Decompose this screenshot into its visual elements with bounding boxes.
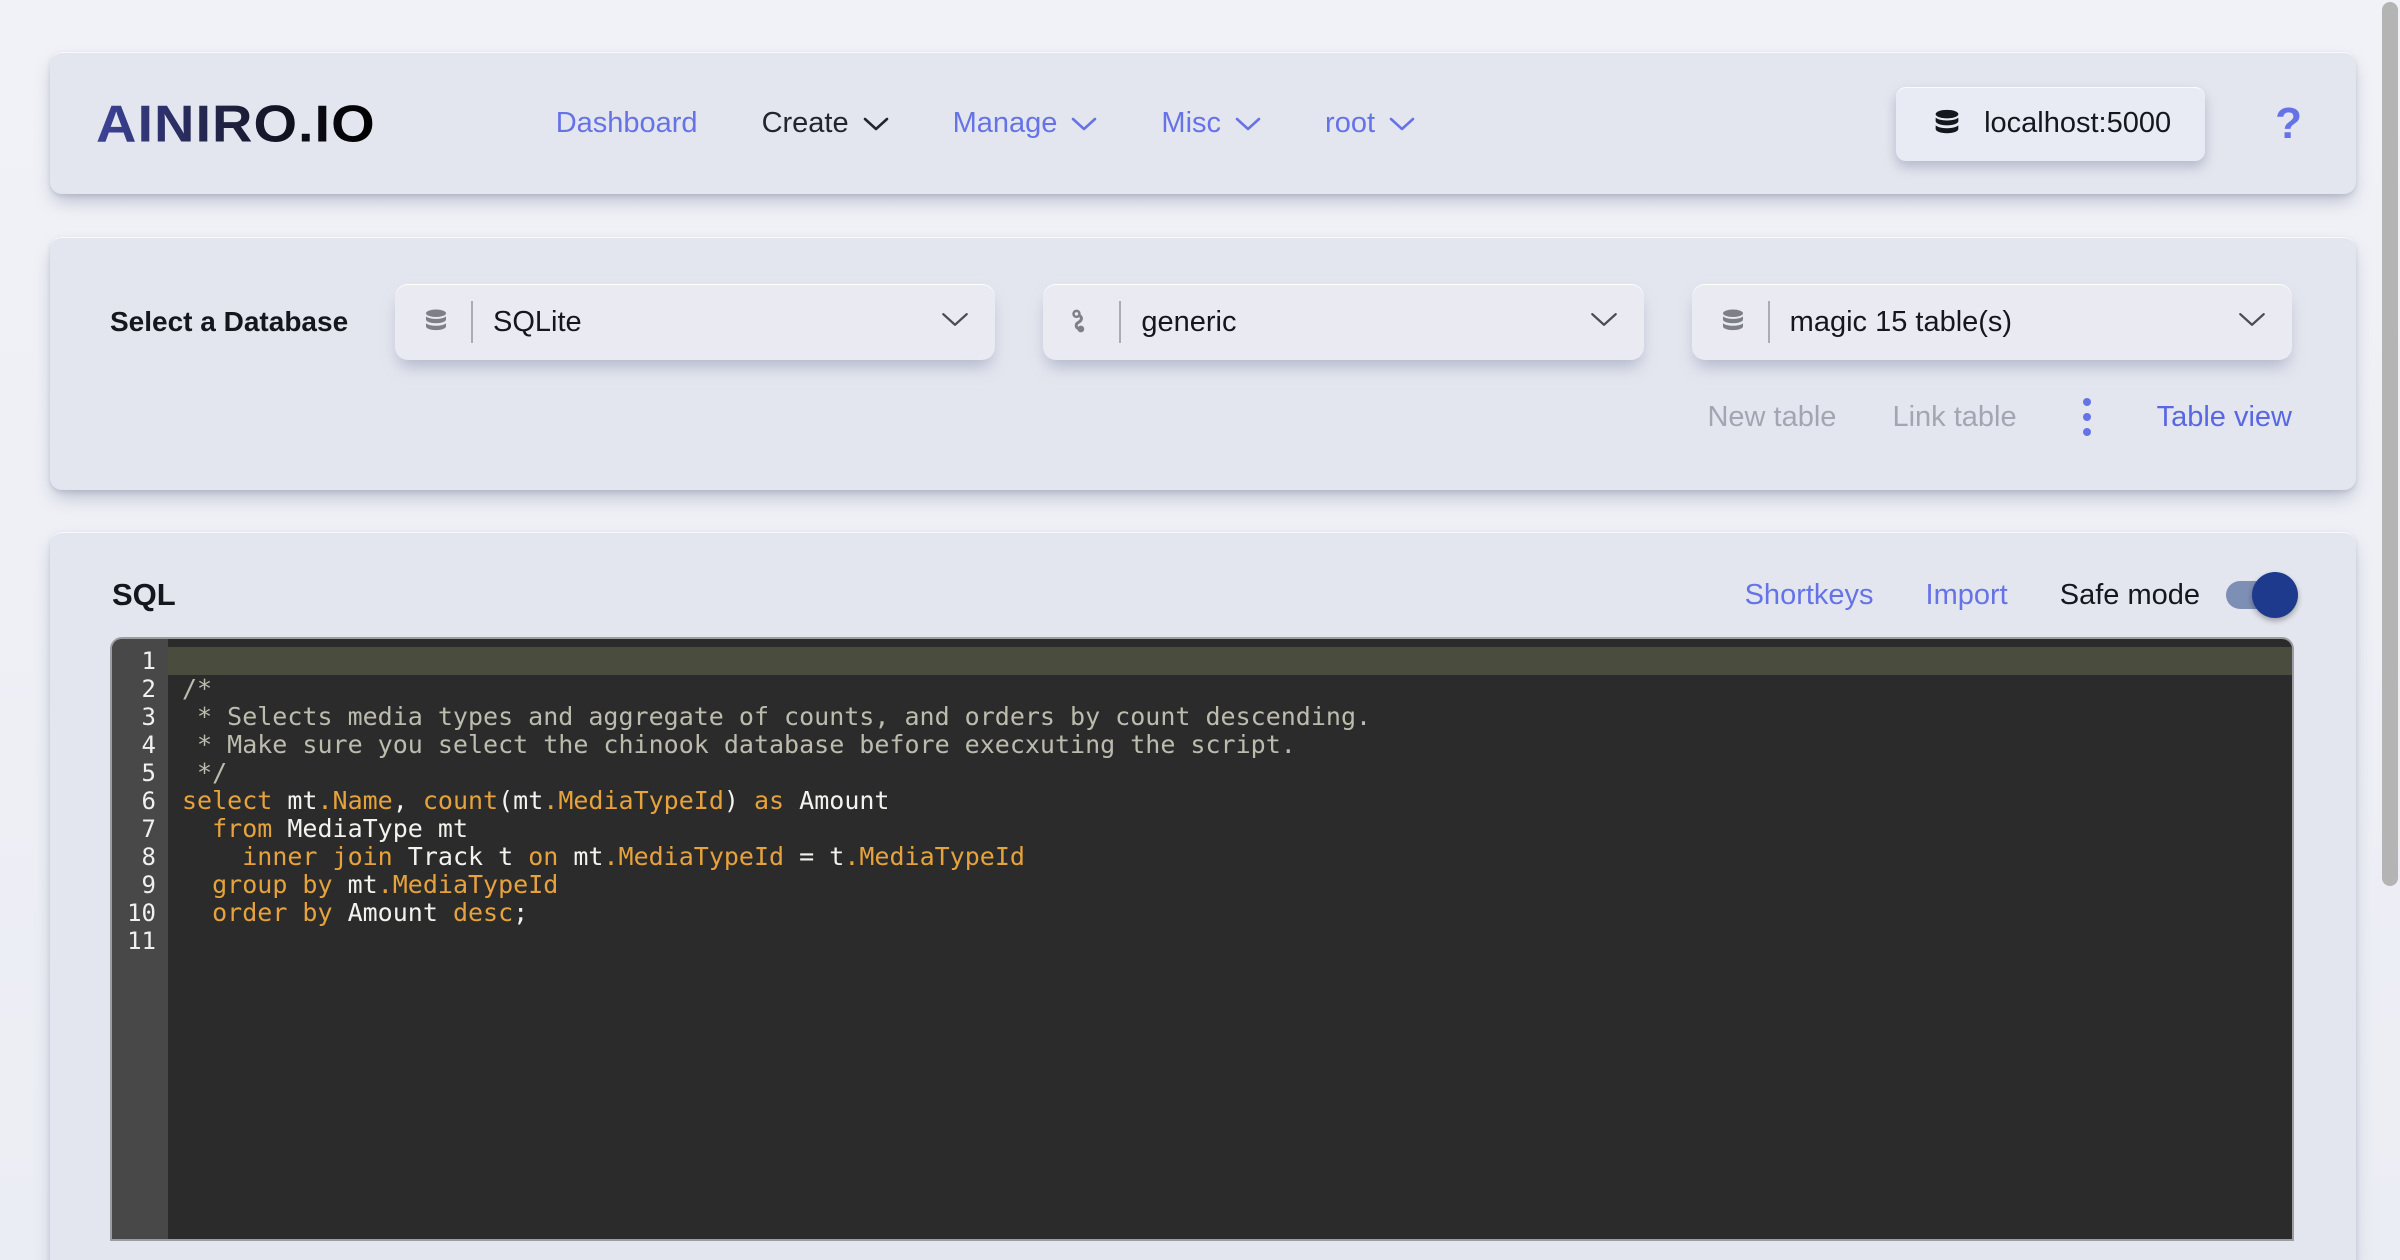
line-number: 10 — [112, 899, 168, 927]
line-number: 4 — [112, 731, 168, 759]
help-icon[interactable]: ? — [2275, 99, 2310, 149]
line-number: 11 — [112, 927, 168, 955]
connection-icon — [1069, 307, 1099, 337]
database-selector-card: Select a Database SQLite generic magic 1… — [50, 237, 2356, 490]
nav-item-label: Dashboard — [555, 107, 698, 139]
nav-item-root[interactable]: root — [1325, 107, 1415, 140]
table-view-link[interactable]: Table view — [2157, 401, 2292, 434]
chevron-down-icon — [2238, 311, 2266, 333]
editor-code-area: 1 2/* 3 * Selects media types and aggregat… — [112, 639, 2292, 955]
header-bar: AINIRO.IO Dashboard Create Manage Misc ro… — [50, 52, 2356, 194]
select-value: magic 15 table(s) — [1789, 305, 2013, 338]
code-line[interactable]: 1 — [112, 647, 2292, 675]
sql-card-header: SQL Shortkeys Import Safe mode — [50, 533, 2356, 639]
code-line-content: * Selects media types and aggregate of c… — [182, 702, 1372, 731]
line-number: 6 — [112, 787, 168, 815]
line-number: 5 — [112, 759, 168, 787]
line-number: 2 — [112, 675, 168, 703]
code-line[interactable]: 7 from MediaType mt — [112, 815, 2292, 843]
backend-url-button[interactable]: localhost:5000 — [1896, 86, 2206, 161]
database-select-0[interactable]: SQLite — [395, 284, 996, 360]
safe-mode-label: Safe mode — [2059, 578, 2200, 611]
select-database-label: Select a Database — [110, 306, 349, 337]
nav-item-misc[interactable]: Misc — [1161, 107, 1261, 140]
database-select-1[interactable]: generic — [1043, 284, 1644, 360]
line-number: 9 — [112, 871, 168, 899]
nav-item-label: Manage — [952, 107, 1058, 139]
kebab-menu-icon[interactable] — [2073, 394, 2101, 440]
line-number: 3 — [112, 703, 168, 731]
code-line-content: select mt.Name, count(mt.MediaTypeId) as… — [182, 786, 890, 815]
chevron-down-icon — [1235, 117, 1261, 130]
code-line-content: inner join Track t on mt.MediaTypeId = t… — [242, 842, 1025, 871]
select-value: SQLite — [493, 305, 582, 338]
database-icon — [1930, 107, 1964, 141]
ainiro-logo: AINIRO.IO — [96, 94, 376, 153]
code-line[interactable]: 3 * Selects media types and aggregate of… — [112, 703, 2292, 731]
main-nav: Dashboard Create Manage Misc root — [556, 107, 1415, 140]
code-line-content: from MediaType mt — [212, 814, 468, 843]
code-line-content — [168, 647, 2292, 675]
nav-item-create[interactable]: Create — [762, 107, 889, 140]
chevron-down-icon — [941, 311, 969, 333]
code-line-content: /* — [182, 674, 213, 703]
code-line-content: order by Amount desc; — [212, 898, 529, 927]
nav-item-manage[interactable]: Manage — [953, 107, 1098, 140]
code-line[interactable]: 4 * Make sure you select the chinook dat… — [112, 731, 2292, 759]
code-line[interactable]: 8 inner join Track t on mt.MediaTypeId =… — [112, 843, 2292, 871]
database-selects: SQLite generic magic 15 table(s) — [395, 284, 2292, 360]
database-icon — [1718, 307, 1748, 337]
toggle-thumb — [2252, 572, 2298, 618]
code-line[interactable]: 9 group by mt.MediaTypeId — [112, 871, 2292, 899]
code-line[interactable]: 6 select mt.Name, count(mt.MediaTypeId) a… — [112, 787, 2292, 815]
sql-title: SQL — [112, 577, 176, 612]
page: AINIRO.IO Dashboard Create Manage Misc ro… — [0, 0, 2400, 1260]
line-number: 1 — [112, 647, 168, 675]
code-line-content: */ — [182, 758, 228, 787]
database-icon — [421, 307, 451, 337]
code-line[interactable]: 2 /* — [112, 675, 2292, 703]
code-line-content — [168, 927, 2292, 955]
new-table-link[interactable]: New table — [1707, 401, 1836, 434]
shortkeys-link[interactable]: Shortkeys — [1745, 579, 1874, 612]
chevron-down-icon — [1072, 117, 1097, 130]
code-line[interactable]: 11 — [112, 927, 2292, 955]
code-line-content: * Make sure you select the chinook datab… — [182, 730, 1296, 759]
link-table-link[interactable]: Link table — [1892, 401, 2016, 434]
chevron-down-icon — [1389, 117, 1415, 130]
select-divider — [1119, 301, 1122, 343]
safe-mode-toggle[interactable] — [2226, 572, 2298, 618]
select-value: generic — [1141, 305, 1237, 338]
select-divider — [1767, 301, 1770, 343]
line-number: 7 — [112, 815, 168, 843]
nav-item-dashboard[interactable]: Dashboard — [556, 107, 698, 140]
code-line-content: group by mt.MediaTypeId — [212, 870, 559, 899]
nav-item-label: Create — [761, 107, 849, 139]
code-line[interactable]: 10 order by Amount desc; — [112, 899, 2292, 927]
scrollbar-thumb[interactable] — [2382, 2, 2398, 886]
select-divider — [471, 301, 473, 343]
import-link[interactable]: Import — [1926, 579, 2008, 612]
nav-item-label: Misc — [1161, 107, 1222, 139]
table-actions: New table Link table Table view — [110, 394, 2292, 440]
line-number: 8 — [112, 843, 168, 871]
sql-code-editor[interactable]: 1 2/* 3 * Selects media types and aggregat… — [112, 639, 2292, 1239]
nav-item-label: root — [1325, 107, 1376, 139]
chevron-down-icon — [1590, 311, 1618, 333]
sql-card: SQL Shortkeys Import Safe mode 1 2/* 3 * S… — [50, 532, 2356, 1260]
page-scrollbar[interactable] — [2380, 0, 2400, 1260]
backend-url-label: localhost:5000 — [1984, 107, 2172, 139]
code-line[interactable]: 5 */ — [112, 759, 2292, 787]
header-right: localhost:5000 ? — [1896, 86, 2310, 161]
database-select-2[interactable]: magic 15 table(s) — [1691, 284, 2292, 360]
chevron-down-icon — [863, 117, 888, 130]
